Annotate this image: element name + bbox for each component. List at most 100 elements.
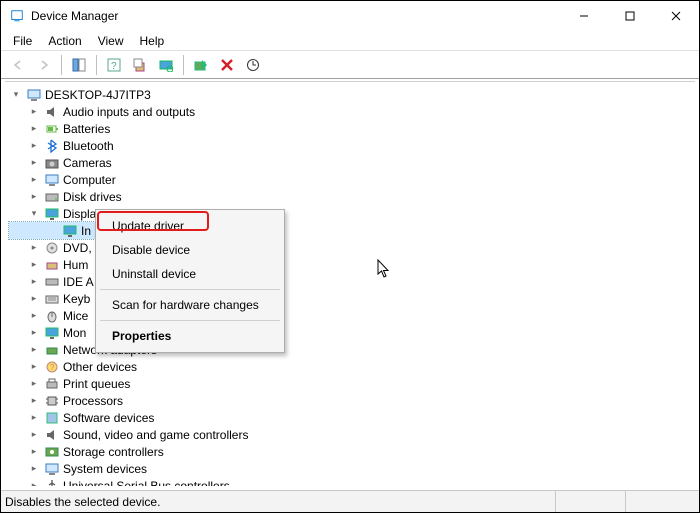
menu-view[interactable]: View [90,32,132,50]
audio-icon [44,104,60,120]
forward-button[interactable] [33,54,55,76]
tree-root[interactable]: ▾ DESKTOP-4J7ITP3 [9,86,691,103]
tree-item-label: Cameras [63,156,112,170]
ctx-disable-device[interactable]: Disable device [98,238,282,262]
status-cell [555,491,625,512]
ctx-scan-hardware[interactable]: Scan for hardware changes [98,293,282,317]
expand-icon[interactable]: ▸ [27,173,41,187]
expand-icon[interactable]: ▸ [27,428,41,442]
tree-item-usb[interactable]: ▸Universal Serial Bus controllers [9,477,691,486]
tree-item-label: Batteries [63,122,110,136]
back-button[interactable] [7,54,29,76]
maximize-button[interactable] [607,1,653,31]
collapse-icon[interactable]: ▾ [27,207,41,221]
expand-icon[interactable]: ▸ [27,258,41,272]
collapse-icon[interactable]: ▾ [9,88,23,102]
expand-icon[interactable]: ▸ [27,139,41,153]
expand-icon[interactable]: ▸ [27,462,41,476]
show-hide-tree-button[interactable] [68,54,90,76]
status-text: Disables the selected device. [5,495,555,509]
printer-icon [44,376,60,392]
expand-icon[interactable]: ▸ [27,190,41,204]
expand-icon[interactable]: ▸ [27,445,41,459]
enable-device-button[interactable] [190,54,212,76]
expand-icon[interactable]: ▸ [27,241,41,255]
expand-icon[interactable]: ▸ [27,360,41,374]
tree-item-sound[interactable]: ▸ Sound, video and game controllers [9,426,691,443]
expand-icon[interactable]: ▸ [27,292,41,306]
expand-icon[interactable]: ▸ [27,377,41,391]
help-button[interactable]: ? [103,54,125,76]
tree-item-disk[interactable]: ▸ Disk drives [9,188,691,205]
tree-item-label: DVD, [63,241,92,255]
svg-text:?: ? [111,61,117,72]
ctx-update-driver[interactable]: Update driver [98,214,282,238]
tree-item-label: Keyb [63,292,90,306]
minimize-button[interactable] [561,1,607,31]
properties-button[interactable] [129,54,151,76]
scan-hardware-button[interactable] [155,54,177,76]
expand-icon[interactable]: ▸ [27,326,41,340]
tree-root-label: DESKTOP-4J7ITP3 [45,88,151,102]
update-driver-button[interactable] [242,54,264,76]
expand-icon[interactable]: ▸ [27,275,41,289]
tree-item-label: Disk drives [63,190,122,204]
expand-icon[interactable]: ▸ [27,343,41,357]
other-icon: ? [44,359,60,375]
menu-bar: File Action View Help [1,31,699,51]
tree-item-cameras[interactable]: ▸ Cameras [9,154,691,171]
expand-icon[interactable]: ▸ [27,156,41,170]
tree-item-computer[interactable]: ▸ Computer [9,171,691,188]
tree-item-print[interactable]: ▸Print queues [9,375,691,392]
tree-item-label: IDE A [63,275,94,289]
tree-item-label: Sound, video and game controllers [63,428,248,442]
display-icon [44,206,60,222]
tree-item-label: Other devices [63,360,137,374]
expand-icon[interactable]: ▸ [27,122,41,136]
tree-item-audio[interactable]: ▸ Audio inputs and outputs [9,103,691,120]
monitor-icon [44,325,60,341]
menu-file[interactable]: File [5,32,40,50]
menu-help[interactable]: Help [132,32,173,50]
hid-icon [44,257,60,273]
tree-item-label: Audio inputs and outputs [63,105,195,119]
tree-item-other[interactable]: ▸? Other devices [9,358,691,375]
tree-item-label: System devices [63,462,147,476]
status-bar: Disables the selected device. [1,490,699,512]
tree-item-bluetooth[interactable]: ▸ Bluetooth [9,137,691,154]
tree-item-processors[interactable]: ▸Processors [9,392,691,409]
tree-item-label: Mice [63,309,88,323]
tree-item-storage[interactable]: ▸Storage controllers [9,443,691,460]
expand-icon[interactable]: ▸ [27,309,41,323]
tree-item-label: In [81,224,91,238]
cpu-icon [44,393,60,409]
computer-icon [44,172,60,188]
expand-icon[interactable]: ▸ [27,105,41,119]
window-controls [561,1,699,31]
svg-text:?: ? [50,363,55,372]
tree-item-label: Software devices [63,411,154,425]
ctx-uninstall-device[interactable]: Uninstall device [98,262,282,286]
expand-icon[interactable]: ▸ [27,479,41,487]
computer-icon [26,87,42,103]
title-bar: Device Manager [1,1,699,31]
tree-item-intel[interactable]: In [9,222,99,239]
uninstall-button[interactable] [216,54,238,76]
close-button[interactable] [653,1,699,31]
tree-item-label: Computer [63,173,116,187]
tree-item-label: Bluetooth [63,139,114,153]
system-icon [44,461,60,477]
display-icon [62,223,78,239]
software-icon [44,410,60,426]
expand-icon[interactable]: ▸ [27,411,41,425]
menu-action[interactable]: Action [40,32,89,50]
tree-item-software[interactable]: ▸ Software devices [9,409,691,426]
bluetooth-icon [44,138,60,154]
expand-icon[interactable]: ▸ [27,394,41,408]
ctx-properties[interactable]: Properties [98,324,282,348]
window-title: Device Manager [31,9,118,23]
toolbar-separator [96,55,97,75]
tree-item-system[interactable]: ▸ System devices [9,460,691,477]
ctx-separator [100,289,280,290]
tree-item-batteries[interactable]: ▸ Batteries [9,120,691,137]
